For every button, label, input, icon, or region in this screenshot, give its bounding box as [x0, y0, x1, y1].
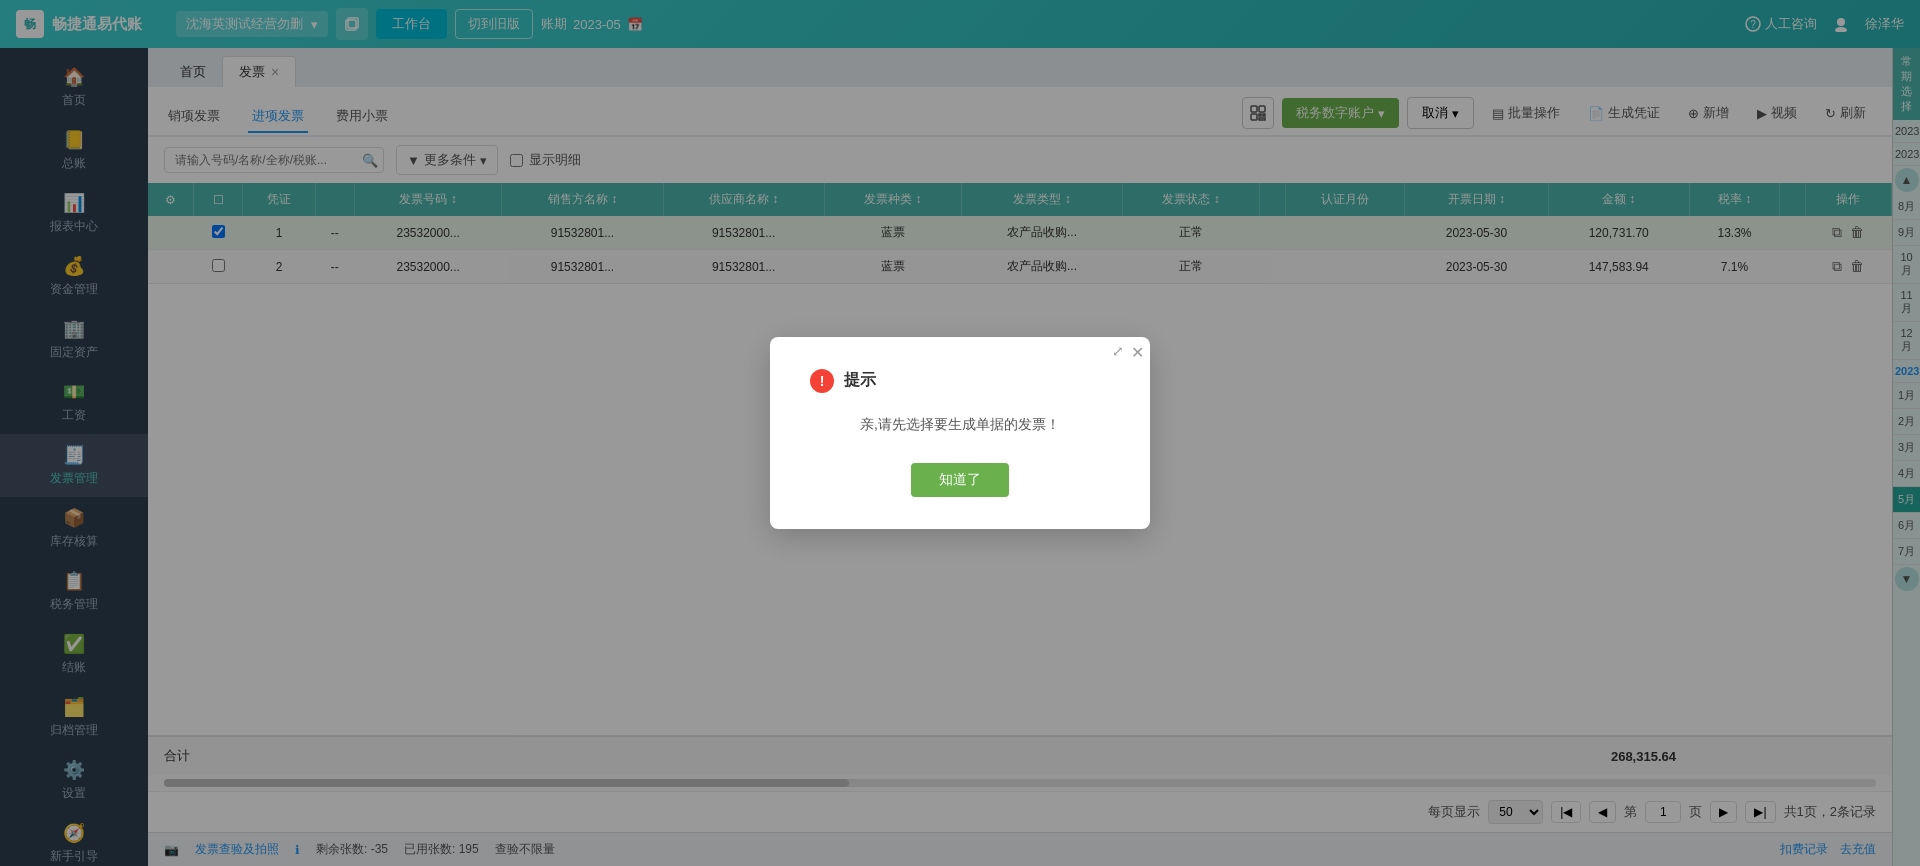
modal-title: ! 提示 [810, 369, 1110, 393]
modal-title-text: 提示 [844, 370, 876, 391]
modal-warning-icon: ! [810, 369, 834, 393]
modal-expand-button[interactable]: ⤢ [1112, 343, 1124, 359]
modal-message: 亲,请先选择要生成单据的发票！ [810, 413, 1110, 435]
modal-overlay[interactable]: ✕ ⤢ ! 提示 亲,请先选择要生成单据的发票！ 知道了 [0, 0, 1920, 866]
modal-confirm-button[interactable]: 知道了 [911, 463, 1009, 497]
modal-box: ✕ ⤢ ! 提示 亲,请先选择要生成单据的发票！ 知道了 [770, 337, 1150, 529]
modal-close-button[interactable]: ✕ [1131, 343, 1144, 362]
modal-footer: 知道了 [810, 463, 1110, 497]
